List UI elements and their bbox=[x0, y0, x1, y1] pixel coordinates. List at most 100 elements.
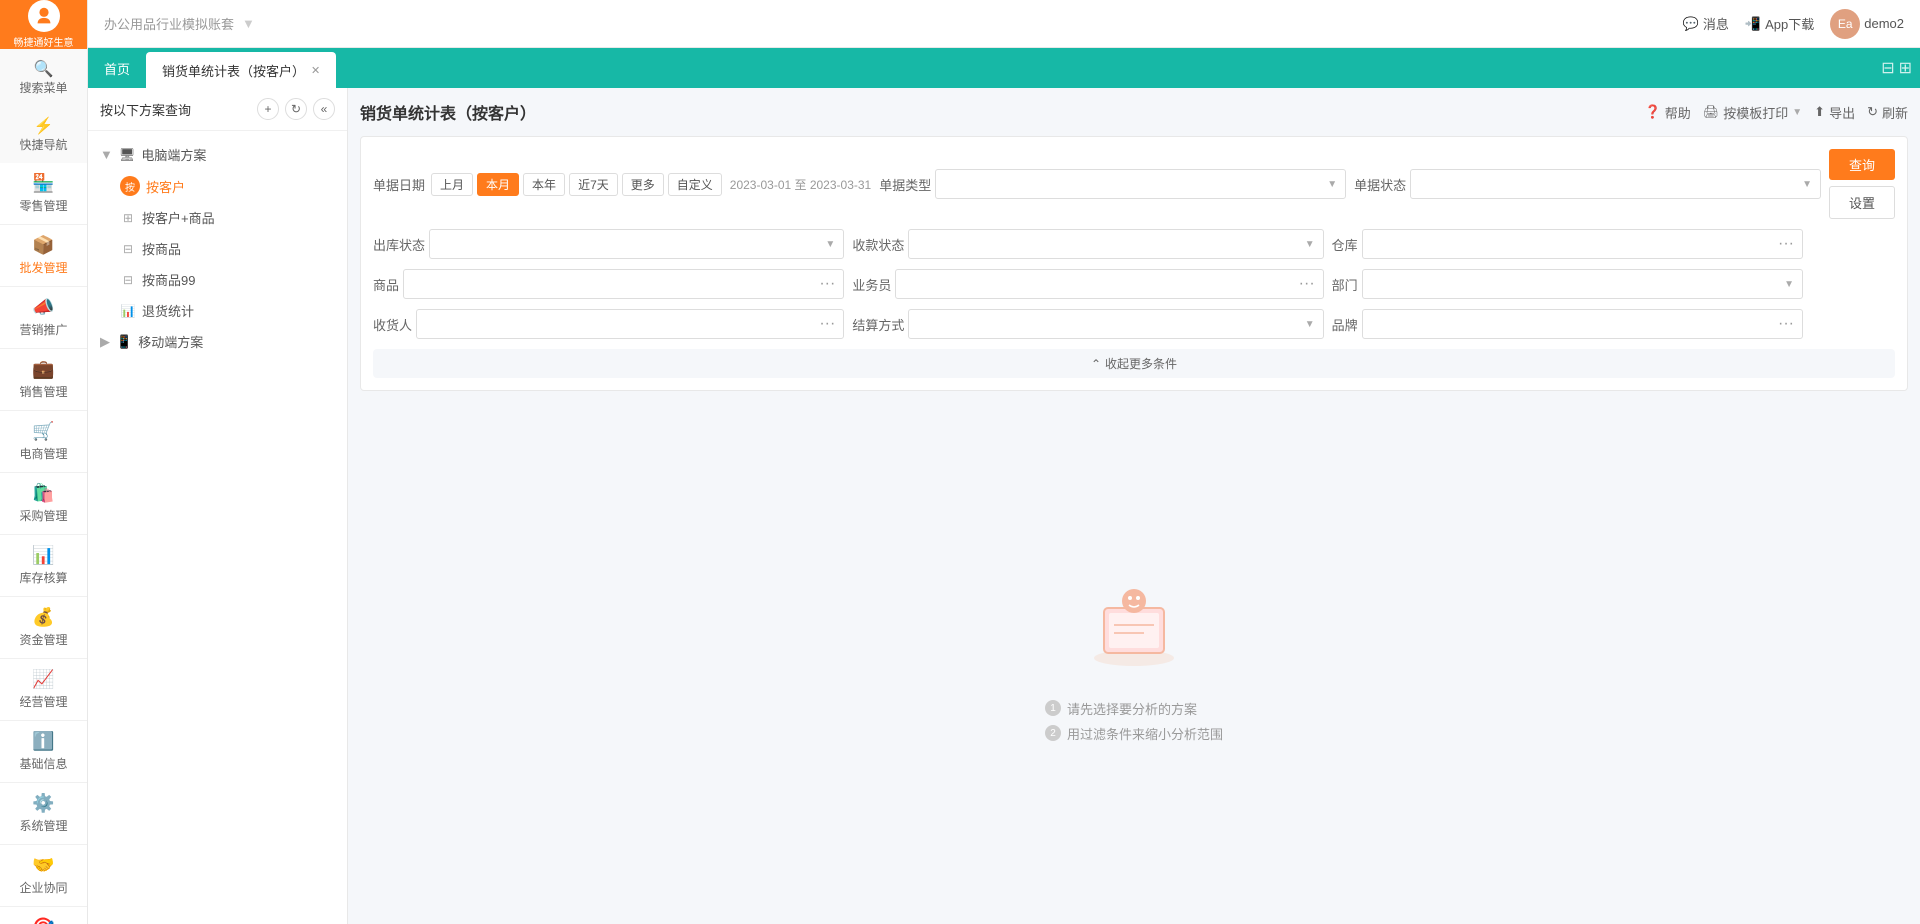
left-panel-header: 按以下方案查询 + ↻ « bbox=[88, 88, 347, 131]
tab-sales-stats[interactable]: 销货单统计表（按客户） ✕ bbox=[146, 52, 336, 88]
tab-close-icon[interactable]: ✕ bbox=[311, 64, 320, 77]
page-actions: ❓ 帮助 🖨 按模板打印 ▼ ⬆ 导出 ↻ 刷新 bbox=[1645, 103, 1908, 122]
left-panel-title: 按以下方案查询 bbox=[100, 100, 191, 119]
inventory-icon: 📊 bbox=[32, 545, 54, 566]
salesman-select[interactable]: ··· bbox=[895, 269, 1323, 299]
sidebar-item-inventory[interactable]: 📊 库存核算 bbox=[0, 535, 88, 597]
maximize-icon[interactable]: ⊞ bbox=[1899, 58, 1912, 78]
wholesale-icon: 📦 bbox=[32, 235, 54, 256]
goods-select[interactable]: ··· bbox=[403, 269, 844, 299]
sidebar-item-finance[interactable]: 💰 资金管理 bbox=[0, 597, 88, 659]
brand-select[interactable]: ··· bbox=[1362, 309, 1803, 339]
collapse-panel-btn[interactable]: « bbox=[313, 98, 335, 120]
scheme-by-goods-99[interactable]: ⊟ 按商品99 bbox=[88, 264, 347, 295]
desktop-scheme-group[interactable]: ▼ 🖥 电脑端方案 bbox=[88, 139, 347, 170]
tip1-num: 1 bbox=[1045, 700, 1061, 716]
app-logo[interactable]: 畅捷通好生意 bbox=[0, 0, 88, 49]
app-download-btn[interactable]: 📲 App下载 bbox=[1745, 14, 1814, 33]
scheme-icon-table: ⊟ bbox=[120, 241, 136, 257]
breadcrumb: 办公用品行业模拟账套 bbox=[104, 14, 234, 33]
date-btn-custom[interactable]: 自定义 bbox=[668, 173, 722, 196]
date-btn-this-month[interactable]: 本月 bbox=[477, 173, 519, 196]
date-btn-this-year[interactable]: 本年 bbox=[523, 173, 565, 196]
refresh-scheme-btn[interactable]: ↻ bbox=[285, 98, 307, 120]
sidebar-item-ecommerce[interactable]: 🛒 电商管理 bbox=[0, 411, 88, 473]
doc-status-select[interactable]: ▼ bbox=[1410, 169, 1821, 199]
tree-expand-icon: ▼ bbox=[100, 147, 113, 162]
print-arrow-icon: ▼ bbox=[1792, 107, 1802, 118]
out-status-label: 出库状态 bbox=[373, 235, 425, 254]
scheme-by-goods[interactable]: ⊟ 按商品 bbox=[88, 233, 347, 264]
warehouse-dots[interactable]: ··· bbox=[1778, 235, 1794, 253]
search-menu[interactable]: 🔍 搜索菜单 bbox=[0, 49, 88, 106]
sidebar-item-enterprise[interactable]: 🤝 企业协同 bbox=[0, 845, 88, 907]
goods-dots[interactable]: ··· bbox=[819, 275, 835, 293]
template-print-btn[interactable]: 🖨 按模板打印 ▼ bbox=[1703, 103, 1802, 122]
dept-label: 部门 bbox=[1332, 275, 1358, 294]
date-btn-7days[interactable]: 近7天 bbox=[569, 173, 618, 196]
dept-select[interactable]: ▼ bbox=[1362, 269, 1803, 299]
page-content: 按以下方案查询 + ↻ « ▼ 🖥 电脑端方案 按 按客户 bbox=[88, 88, 1920, 924]
ecommerce-icon: 🛒 bbox=[32, 421, 54, 442]
left-panel-actions: + ↻ « bbox=[257, 98, 335, 120]
warehouse-select[interactable]: ··· bbox=[1362, 229, 1803, 259]
tree-collapsed-icon: ▶ bbox=[100, 334, 110, 350]
payment-status-select[interactable]: ▼ bbox=[908, 229, 1323, 259]
logo-icon bbox=[28, 0, 60, 32]
quick-nav[interactable]: ⚡ 快捷导航 bbox=[0, 106, 88, 163]
receiver-select[interactable]: ··· bbox=[416, 309, 844, 339]
brand-dots[interactable]: ··· bbox=[1778, 315, 1794, 333]
doc-type-arrow: ▼ bbox=[1327, 179, 1337, 190]
warehouse-label: 仓库 bbox=[1332, 235, 1358, 254]
page-title-bar: 销货单统计表（按客户） ❓ 帮助 🖨 按模板打印 ▼ ⬆ 导出 bbox=[360, 100, 1908, 124]
message-btn[interactable]: 💬 消息 bbox=[1683, 14, 1729, 33]
empty-state: 1 请先选择要分析的方案 2 用过滤条件来缩小分析范围 bbox=[360, 399, 1908, 912]
header-left: 办公用品行业模拟账套 ▼ bbox=[104, 14, 255, 33]
collapse-btn[interactable]: ⌃ 收起更多条件 bbox=[373, 349, 1895, 378]
basic-icon: ℹ️ bbox=[32, 731, 54, 752]
salesman-dots[interactable]: ··· bbox=[1299, 275, 1315, 293]
tab-bar: 首页 销货单统计表（按客户） ✕ ⊟ ⊞ bbox=[88, 48, 1920, 88]
collapse-up-icon: ⌃ bbox=[1091, 357, 1101, 371]
settlement-arrow: ▼ bbox=[1305, 319, 1315, 330]
date-range-display: 2023-03-01 至 2023-03-31 bbox=[730, 176, 871, 193]
tip2-num: 2 bbox=[1045, 725, 1061, 741]
user-menu[interactable]: Ea demo2 bbox=[1830, 9, 1904, 39]
scheme-by-customer-goods[interactable]: ⊞ 按客户+商品 bbox=[88, 202, 347, 233]
print-icon: 🖨 bbox=[1703, 104, 1720, 120]
add-scheme-btn[interactable]: + bbox=[257, 98, 279, 120]
minimize-icon[interactable]: ⊟ bbox=[1881, 58, 1894, 78]
sidebar-item-wholesale[interactable]: 📦 批发管理 bbox=[0, 225, 88, 287]
date-btn-last-month[interactable]: 上月 bbox=[431, 173, 473, 196]
mobile-scheme-group[interactable]: ▶ 📱 移动端方案 bbox=[88, 326, 347, 357]
header-right: 💬 消息 📲 App下载 Ea demo2 bbox=[1683, 9, 1904, 39]
scheme-return-stats[interactable]: 📊 退货统计 bbox=[88, 295, 347, 326]
sidebar-item-operations[interactable]: 📈 经营管理 bbox=[0, 659, 88, 721]
app-name: 畅捷通好生意 bbox=[14, 34, 74, 49]
sidebar-item-marketing[interactable]: 📣 营销推广 bbox=[0, 287, 88, 349]
out-status-select[interactable]: ▼ bbox=[429, 229, 844, 259]
scheme-by-customer[interactable]: 按 按客户 bbox=[88, 170, 347, 202]
help-btn[interactable]: ❓ 帮助 bbox=[1645, 103, 1691, 122]
settlement-select[interactable]: ▼ bbox=[908, 309, 1323, 339]
export-btn[interactable]: ⬆ 导出 bbox=[1814, 103, 1855, 122]
date-btn-more[interactable]: 更多 bbox=[622, 173, 664, 196]
query-btn[interactable]: 查询 bbox=[1829, 149, 1895, 180]
sidebar-item-sales[interactable]: 💼 销售管理 bbox=[0, 349, 88, 411]
settings-btn[interactable]: 设置 bbox=[1829, 186, 1895, 219]
left-panel: 按以下方案查询 + ↻ « ▼ 🖥 电脑端方案 按 按客户 bbox=[88, 88, 348, 924]
receiver-dots[interactable]: ··· bbox=[819, 315, 835, 333]
sidebar-item-purchase[interactable]: 🛍️ 采购管理 bbox=[0, 473, 88, 535]
settlement-label: 结算方式 bbox=[852, 315, 904, 334]
sidebar-item-system[interactable]: ⚙️ 系统管理 bbox=[0, 783, 88, 845]
receiver-label: 收货人 bbox=[373, 315, 412, 334]
doc-type-select[interactable]: ▼ bbox=[935, 169, 1346, 199]
breadcrumb-arrow: ▼ bbox=[242, 16, 255, 31]
query-buttons: 查询 设置 bbox=[1829, 149, 1895, 219]
tab-home[interactable]: 首页 bbox=[88, 48, 146, 88]
right-panel: 销货单统计表（按客户） ❓ 帮助 🖨 按模板打印 ▼ ⬆ 导出 bbox=[348, 88, 1920, 924]
refresh-btn[interactable]: ↻ 刷新 bbox=[1867, 103, 1908, 122]
sidebar-item-basic[interactable]: ℹ️ 基础信息 bbox=[0, 721, 88, 783]
sidebar-item-newbie[interactable]: 🎯 新手引导 bbox=[0, 907, 88, 924]
sidebar-item-retail[interactable]: 🏪 零售管理 bbox=[0, 163, 88, 225]
